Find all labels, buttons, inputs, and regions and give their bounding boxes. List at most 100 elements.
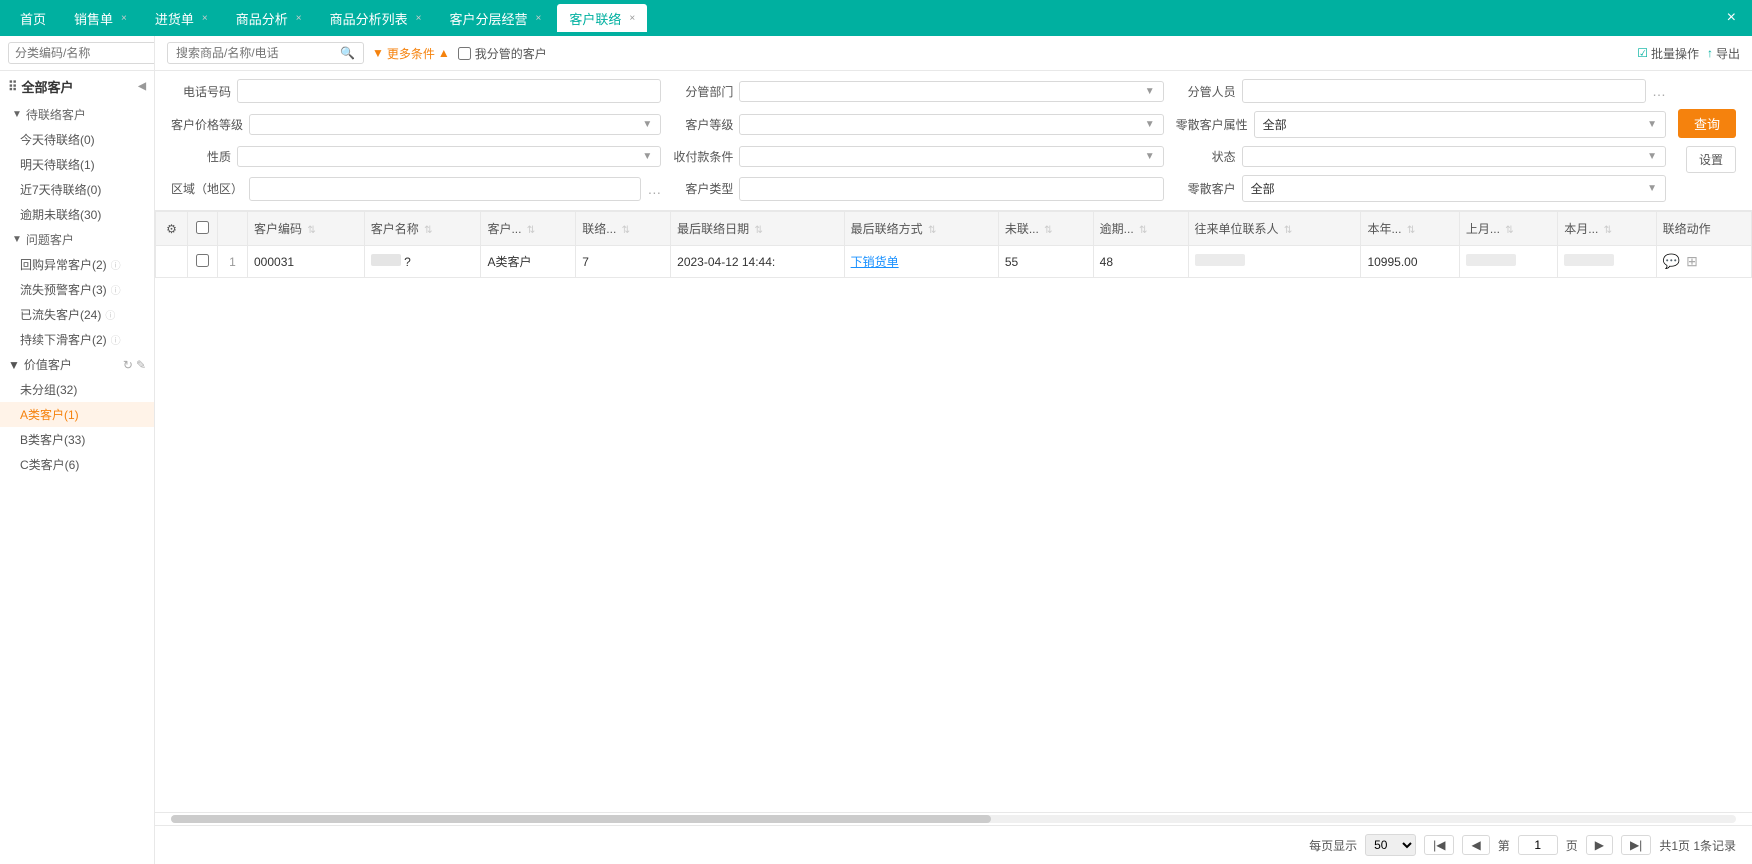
qr-icon[interactable]: ⊞ <box>1686 253 1698 270</box>
last-method-link[interactable]: 下销货单 <box>851 255 899 269</box>
person-input[interactable] <box>1242 79 1646 103</box>
select-all-checkbox[interactable] <box>196 221 209 234</box>
sidebar-item-today[interactable]: 今天待联络(0) <box>0 127 154 152</box>
tab-goods-analysis[interactable]: 商品分析 × <box>224 4 314 32</box>
sidebar-item-7days[interactable]: 近7天待联络(0) <box>0 177 154 202</box>
person-dots-icon[interactable]: … <box>1652 83 1666 99</box>
setting-button[interactable]: 设置 <box>1686 146 1736 173</box>
price-level-select[interactable]: ▼ <box>249 114 661 135</box>
pending-arrow-icon: ▼ <box>12 109 22 120</box>
page-num-input[interactable] <box>1518 835 1558 855</box>
my-customers-checkbox[interactable] <box>458 47 471 60</box>
row-action-btns: 💬 ⊞ <box>1663 253 1745 270</box>
payment-label: 收付款条件 <box>673 148 733 165</box>
td-checkbox[interactable] <box>188 246 218 278</box>
chat-icon[interactable]: 💬 <box>1663 253 1680 270</box>
row-checkbox[interactable] <box>196 254 209 267</box>
search-input[interactable] <box>176 46 336 60</box>
query-button[interactable]: 查询 <box>1678 109 1736 138</box>
td-last-method[interactable]: 下销货单 <box>844 246 998 278</box>
sidebar-item-class-c-label: C类客户(6) <box>20 456 79 473</box>
tab-goods-analysis-list[interactable]: 商品分析列表 × <box>318 4 434 32</box>
th-contact[interactable]: 联络... ⇅ <box>576 212 671 246</box>
tab-sales[interactable]: 销售单 × <box>62 4 139 32</box>
tab-customer-contact-label: 客户联络 <box>569 9 621 28</box>
th-this-month[interactable]: 本月... ⇅ <box>1558 212 1656 246</box>
pending-contact-group[interactable]: ▼ 待联络客户 <box>0 102 154 127</box>
batch-op-btn[interactable]: ☑ 批量操作 <box>1637 45 1699 62</box>
nature-select[interactable]: ▼ <box>237 146 661 167</box>
dept-select[interactable]: ▼ <box>739 81 1163 102</box>
th-last-method[interactable]: 最后联络方式 ⇅ <box>844 212 998 246</box>
th-last-month[interactable]: 上月... ⇅ <box>1459 212 1557 246</box>
value-customers-group[interactable]: ▼ 价值客户 ↻ ✎ <box>0 352 154 377</box>
search-icon[interactable]: 🔍 <box>340 46 355 60</box>
sidebar-item-repurchase[interactable]: 回购异常客户(2) ⓘ <box>0 252 154 277</box>
scrollbar-thumb[interactable] <box>171 815 991 823</box>
th-last-date[interactable]: 最后联络日期 ⇅ <box>671 212 844 246</box>
window-close-button[interactable]: × <box>1719 9 1744 27</box>
filter-row-3: 性质 ▼ 收付款条件 ▼ <box>171 146 1666 167</box>
th-contact-label: 联络... <box>582 222 616 236</box>
sidebar-item-class-b[interactable]: B类客户(33) <box>0 427 154 452</box>
tab-sales-close[interactable]: × <box>121 13 127 24</box>
sidebar-item-tomorrow[interactable]: 明天待联络(1) <box>0 152 154 177</box>
edit-icon[interactable]: ✎ <box>136 358 146 372</box>
th-unit-contact[interactable]: 往来单位联系人 ⇅ <box>1188 212 1361 246</box>
payment-select[interactable]: ▼ <box>739 146 1163 167</box>
tab-customer-contact-close[interactable]: × <box>629 13 635 24</box>
sort-icon-code: ⇅ <box>307 225 315 236</box>
retail-attr-select[interactable]: 全部 ▼ <box>1254 111 1666 138</box>
problem-customers-group[interactable]: ▼ 问题客户 <box>0 227 154 252</box>
sidebar-item-lostwarning[interactable]: 流失预警客户(3) ⓘ <box>0 277 154 302</box>
home-tab[interactable]: 首页 <box>8 9 58 28</box>
filter-row-1: 电话号码 分管部门 ▼ 分管人员 <box>171 79 1666 103</box>
th-no-contact[interactable]: 未联... ⇅ <box>998 212 1093 246</box>
region-input[interactable] <box>249 177 641 201</box>
th-overdue[interactable]: 逾期... ⇅ <box>1093 212 1188 246</box>
sidebar-item-lost-label: 已流失客户(24) <box>20 306 101 323</box>
filter-payment: 收付款条件 ▼ <box>673 146 1163 167</box>
sidebar-collapse-btn[interactable]: ◀ <box>138 81 146 92</box>
th-settings[interactable]: ⚙ <box>156 212 188 246</box>
per-page-select[interactable]: 50 100 200 <box>1365 834 1416 856</box>
tab-customer-segment[interactable]: 客户分层经营 × <box>437 4 553 32</box>
all-customers-header[interactable]: ⠿ 全部客户 ◀ <box>0 71 154 102</box>
th-code[interactable]: 客户编码 ⇅ <box>248 212 365 246</box>
tab-purchase[interactable]: 进货单 × <box>143 4 220 32</box>
export-btn[interactable]: ↑ 导出 <box>1707 45 1740 62</box>
sidebar-item-declining[interactable]: 持续下滑客户(2) ⓘ <box>0 327 154 352</box>
more-conditions-btn[interactable]: ▼ 更多条件 ▲ <box>372 45 450 62</box>
sidebar-item-lost[interactable]: 已流失客户(24) ⓘ <box>0 302 154 327</box>
tab-purchase-close[interactable]: × <box>202 13 208 24</box>
region-dots-icon[interactable]: … <box>647 181 661 197</box>
tab-customer-contact[interactable]: 客户联络 × <box>557 4 647 32</box>
sidebar-item-unclassified[interactable]: 未分组(32) <box>0 377 154 402</box>
nature-arrow-icon: ▼ <box>642 151 652 162</box>
tab-goods-analysis-list-close[interactable]: × <box>416 13 422 24</box>
all-customers-label: 全部客户 <box>22 77 74 96</box>
retail-select[interactable]: 全部 ▼ <box>1242 175 1666 202</box>
th-type[interactable]: 客户... ⇅ <box>481 212 576 246</box>
sidebar-item-overdue[interactable]: 逾期未联络(30) <box>0 202 154 227</box>
th-checkbox[interactable] <box>188 212 218 246</box>
next-page-btn[interactable]: ▶ <box>1586 835 1613 855</box>
customer-level-select[interactable]: ▼ <box>739 114 1163 135</box>
sort-icon-type: ⇅ <box>527 225 535 236</box>
customer-type-input[interactable] <box>739 177 1163 201</box>
sidebar-search-input[interactable] <box>8 42 155 64</box>
refresh-icon[interactable]: ↻ <box>123 358 133 372</box>
tab-goods-analysis-close[interactable]: × <box>296 13 302 24</box>
th-this-year[interactable]: 本年... ⇅ <box>1361 212 1459 246</box>
prev-page-btn[interactable]: ◀ <box>1462 835 1489 855</box>
first-page-btn[interactable]: |◀ <box>1424 835 1454 855</box>
settings-gear-icon[interactable]: ⚙ <box>166 222 177 236</box>
tab-customer-segment-close[interactable]: × <box>535 13 541 24</box>
phone-input[interactable] <box>237 79 661 103</box>
last-page-btn[interactable]: ▶| <box>1621 835 1651 855</box>
filter-retail-attr: 零散客户属性 全部 ▼ <box>1176 111 1666 138</box>
th-name[interactable]: 客户名称 ⇅ <box>364 212 481 246</box>
sidebar-item-class-a[interactable]: A类客户(1) <box>0 402 154 427</box>
sidebar-item-class-c[interactable]: C类客户(6) <box>0 452 154 477</box>
status-select[interactable]: ▼ <box>1242 146 1666 167</box>
